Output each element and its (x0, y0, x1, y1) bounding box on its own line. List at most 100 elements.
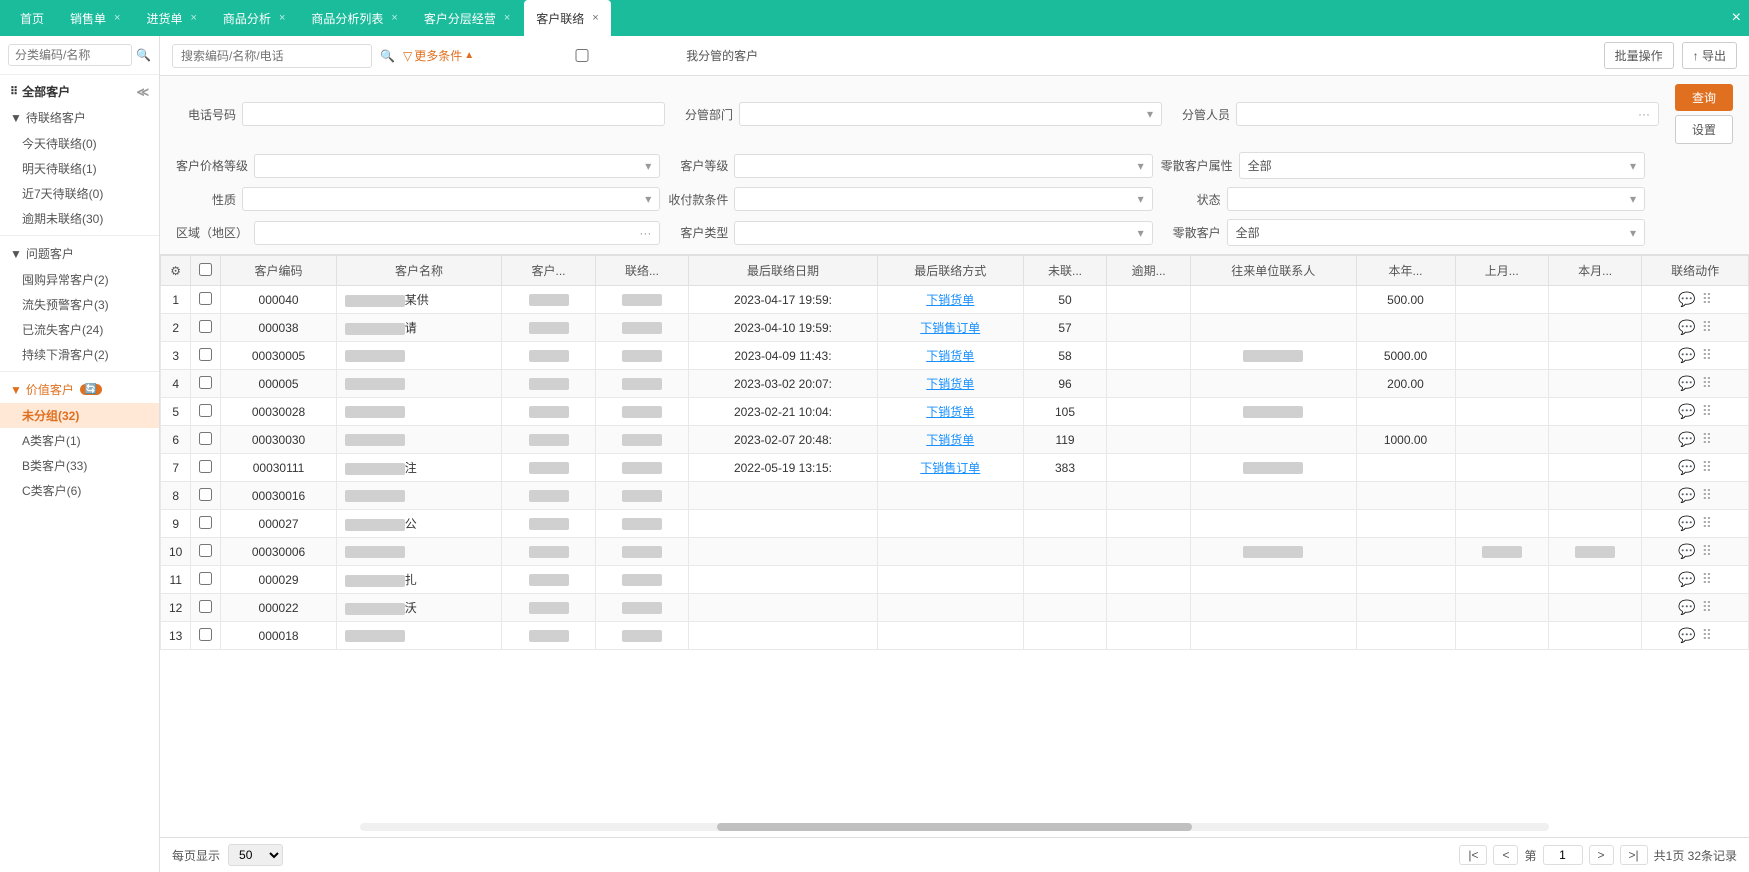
retail-customer-select[interactable]: 全部 ▾ (1227, 219, 1645, 246)
last-method-link[interactable]: 下销售订单 (920, 321, 980, 335)
row-checkbox-cell[interactable] (191, 482, 221, 510)
row-checkbox-cell[interactable] (191, 426, 221, 454)
status-select[interactable]: ▾ (1227, 187, 1645, 211)
payment-select[interactable]: ▾ (734, 187, 1152, 211)
row-checkbox[interactable] (199, 488, 212, 501)
my-customers-checkbox-label[interactable]: 我分管的客户 (482, 47, 758, 64)
sidebar-item-overdue[interactable]: 逾期未联络(30) (0, 206, 159, 231)
row-checkbox-cell[interactable] (191, 342, 221, 370)
tab-customer-segment[interactable]: 客户分层经营 × (412, 0, 522, 36)
pending-contact-title[interactable]: ▼ 待联络客户 (0, 104, 159, 131)
sidebar-item-a-class[interactable]: A类客户(1) (0, 428, 159, 453)
checkbox-col[interactable] (191, 256, 221, 286)
grid-action-icon[interactable]: ⠿ (1702, 291, 1712, 308)
customer-level-select[interactable]: ▾ (734, 154, 1152, 178)
select-all-checkbox[interactable] (199, 263, 212, 276)
chat-icon[interactable]: 💬 (1678, 515, 1695, 532)
row-checkbox[interactable] (199, 404, 212, 417)
tab-analysis-list[interactable]: 商品分析列表 × (299, 0, 409, 36)
row-checkbox-cell[interactable] (191, 566, 221, 594)
sidebar-item-unassigned[interactable]: 未分组(32) (0, 403, 159, 428)
all-customers-header[interactable]: ⠿ 全部客户 ≪ (0, 75, 159, 104)
chat-icon[interactable]: 💬 (1678, 319, 1695, 336)
sidebar-item-abnormal[interactable]: 囤购异常客户(2) (0, 267, 159, 292)
grid-action-icon[interactable]: ⠿ (1702, 319, 1712, 336)
more-conditions-button[interactable]: ▽ 更多条件 ▲ (403, 47, 474, 64)
batch-operation-button[interactable]: 批量操作 (1604, 42, 1674, 69)
close-customer-segment-icon[interactable]: × (504, 12, 510, 24)
row-checkbox-cell[interactable] (191, 398, 221, 426)
row-checkbox[interactable] (199, 516, 212, 529)
grid-action-icon[interactable]: ⠿ (1702, 459, 1712, 476)
prev-page-button[interactable]: < (1493, 845, 1518, 865)
row-checkbox[interactable] (199, 292, 212, 305)
settings-icon[interactable]: ⚙ (170, 264, 181, 278)
close-analysis-icon[interactable]: × (279, 12, 285, 24)
horizontal-scrollbar[interactable] (160, 821, 1749, 837)
search-bar-icon[interactable]: 🔍 (380, 49, 395, 63)
dept-select[interactable]: ▾ (739, 102, 1162, 126)
tab-analysis[interactable]: 商品分析 × (211, 0, 297, 36)
last-method-link[interactable]: 下销货单 (926, 349, 974, 363)
tab-customer-contact[interactable]: 客户联络 × (524, 0, 610, 36)
grid-action-icon[interactable]: ⠿ (1702, 375, 1712, 392)
grid-action-icon[interactable]: ⠿ (1702, 487, 1712, 504)
phone-input[interactable] (242, 102, 665, 126)
chat-icon[interactable]: 💬 (1678, 487, 1695, 504)
sidebar-search-icon[interactable]: 🔍 (136, 48, 151, 62)
last-page-button[interactable]: >| (1620, 845, 1648, 865)
chat-icon[interactable]: 💬 (1678, 627, 1695, 644)
scrollbar-thumb[interactable] (717, 823, 1193, 831)
region-select[interactable]: ··· (254, 221, 660, 245)
tab-purchase[interactable]: 进货单 × (134, 0, 208, 36)
chat-icon[interactable]: 💬 (1678, 347, 1695, 364)
window-close-button[interactable]: × (1732, 9, 1741, 27)
close-purchase-icon[interactable]: × (190, 12, 196, 24)
value-customer-title[interactable]: ▼ 价值客户 🔄 (0, 376, 159, 403)
chat-icon[interactable]: 💬 (1678, 403, 1695, 420)
close-customer-contact-icon[interactable]: × (592, 12, 598, 24)
chat-icon[interactable]: 💬 (1678, 599, 1695, 616)
chat-icon[interactable]: 💬 (1678, 431, 1695, 448)
row-checkbox[interactable] (199, 572, 212, 585)
row-checkbox[interactable] (199, 320, 212, 333)
chat-icon[interactable]: 💬 (1678, 375, 1695, 392)
grid-action-icon[interactable]: ⠿ (1702, 347, 1712, 364)
grid-action-icon[interactable]: ⠿ (1702, 543, 1712, 560)
row-checkbox[interactable] (199, 432, 212, 445)
export-button[interactable]: ↑ 导出 (1682, 42, 1737, 69)
row-checkbox[interactable] (199, 460, 212, 473)
search-input[interactable] (172, 44, 372, 68)
sidebar-search-input[interactable] (8, 44, 132, 66)
problem-customer-title[interactable]: ▼ 问题客户 (0, 240, 159, 267)
my-customers-checkbox[interactable] (482, 49, 682, 62)
row-checkbox-cell[interactable] (191, 454, 221, 482)
tab-sales[interactable]: 销售单 × (58, 0, 132, 36)
chat-icon[interactable]: 💬 (1678, 543, 1695, 560)
sidebar-item-today[interactable]: 今天待联络(0) (0, 131, 159, 156)
per-page-select[interactable]: 50 20 100 (228, 844, 283, 866)
row-checkbox[interactable] (199, 628, 212, 641)
row-checkbox-cell[interactable] (191, 370, 221, 398)
query-button[interactable]: 查询 (1675, 84, 1733, 111)
last-method-link[interactable]: 下销售订单 (920, 461, 980, 475)
grid-action-icon[interactable]: ⠿ (1702, 599, 1712, 616)
chat-icon[interactable]: 💬 (1678, 459, 1695, 476)
chat-icon[interactable]: 💬 (1678, 291, 1695, 308)
manager-select[interactable]: ··· (1236, 102, 1659, 126)
last-method-link[interactable]: 下销货单 (926, 293, 974, 307)
row-checkbox-cell[interactable] (191, 538, 221, 566)
sidebar-item-7days[interactable]: 近7天待联络(0) (0, 181, 159, 206)
settings-col[interactable]: ⚙ (161, 256, 191, 286)
nature-select[interactable]: ▾ (242, 187, 660, 211)
row-checkbox[interactable] (199, 348, 212, 361)
sidebar-item-churned[interactable]: 已流失客户(24) (0, 317, 159, 342)
row-checkbox[interactable] (199, 376, 212, 389)
row-checkbox[interactable] (199, 544, 212, 557)
reset-button[interactable]: 设置 (1675, 115, 1733, 144)
grid-action-icon[interactable]: ⠿ (1702, 403, 1712, 420)
chat-icon[interactable]: 💬 (1678, 571, 1695, 588)
close-analysis-list-icon[interactable]: × (391, 12, 397, 24)
grid-action-icon[interactable]: ⠿ (1702, 571, 1712, 588)
price-level-select[interactable]: ▾ (254, 154, 660, 178)
